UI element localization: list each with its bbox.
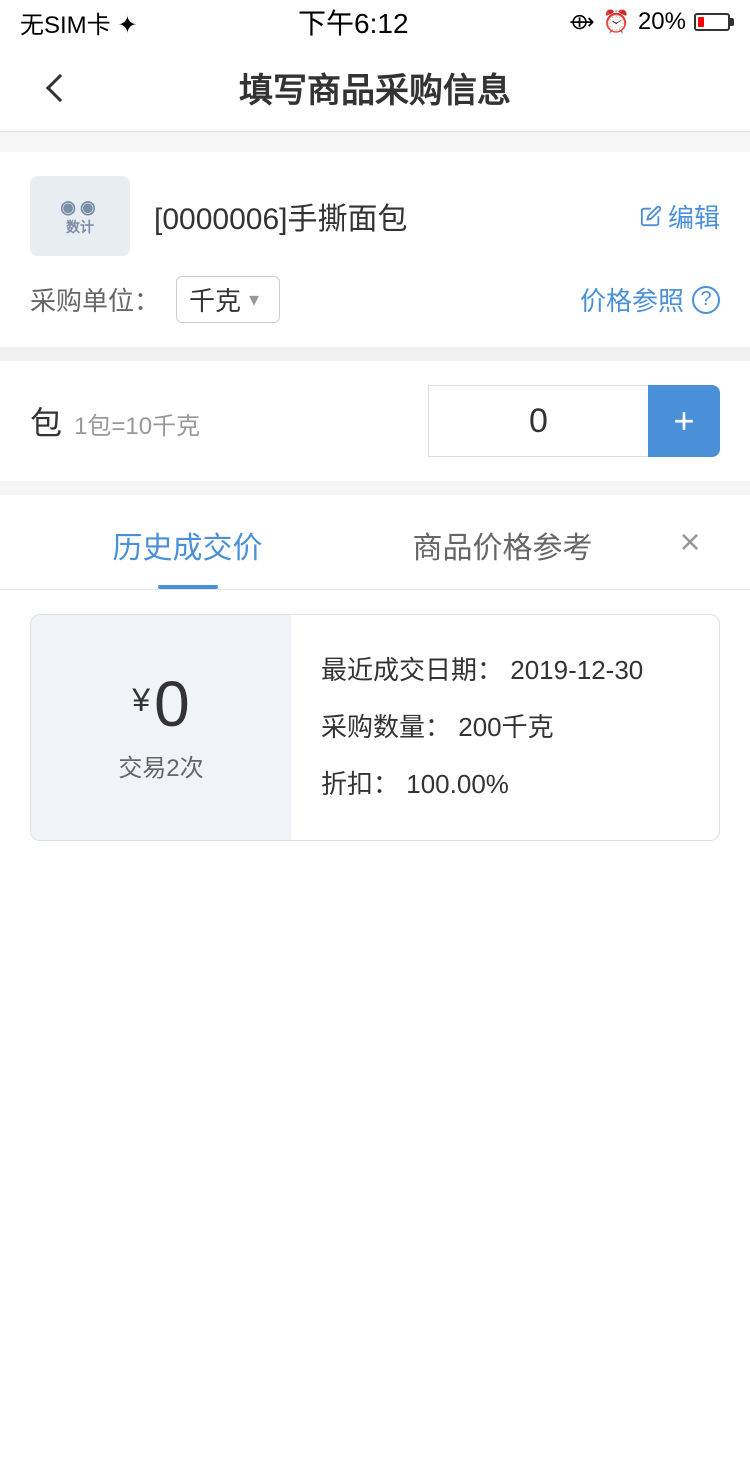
- status-right: ⟴ ⏰ 20%: [569, 8, 730, 36]
- back-button[interactable]: [30, 58, 90, 118]
- price-detail-quantity-value: 200千克: [458, 712, 553, 742]
- edit-button[interactable]: 编辑: [640, 198, 720, 235]
- product-unit-row: 采购单位： 千克 ▾ 价格参照 ?: [30, 276, 720, 323]
- price-card-wrapper: ¥ 0 交易2次 最近成交日期： 2019-12-30 采购数量： 200千克 …: [0, 590, 750, 865]
- unit-select-dropdown[interactable]: 千克 ▾: [176, 276, 280, 323]
- price-amount: ¥ 0: [132, 672, 189, 736]
- tab-product-price-ref-label: 商品价格参考: [413, 532, 593, 565]
- quantity-input[interactable]: 0: [428, 385, 648, 457]
- price-detail-date: 最近成交日期： 2019-12-30: [321, 651, 689, 690]
- quantity-control: 0 +: [428, 385, 720, 457]
- price-reference-button[interactable]: 价格参照 ?: [580, 281, 720, 318]
- unit-sub-label: 1包=10千克: [74, 406, 200, 441]
- unit-value: 千克: [189, 281, 241, 318]
- product-image: ◉◉ 数计: [30, 176, 130, 256]
- product-name: [0000006]手撕面包: [154, 194, 640, 238]
- unit-label-group: 包 1包=10千克: [30, 398, 200, 444]
- status-carrier: 无SIM卡 ✦: [20, 5, 137, 40]
- tab-history-price-label: 历史成交价: [113, 532, 263, 565]
- unit-label: 采购单位：: [30, 281, 160, 318]
- edit-label: 编辑: [668, 198, 720, 235]
- price-detail-date-label: 最近成交日期：: [321, 655, 503, 685]
- main-content-area: [0, 865, 750, 1465]
- price-detail-discount-value: 100.00%: [406, 769, 509, 799]
- section-divider: [0, 347, 750, 361]
- quantity-plus-button[interactable]: +: [648, 385, 720, 457]
- help-icon: ?: [692, 286, 720, 314]
- page-title: 填写商品采购信息: [90, 63, 660, 112]
- tab-history-price[interactable]: 历史成交价: [30, 495, 345, 589]
- tabs-header: 历史成交价 商品价格参考 ×: [0, 495, 750, 590]
- price-currency: ¥: [132, 682, 150, 719]
- price-detail-date-value: 2019-12-30: [510, 655, 643, 685]
- price-left: ¥ 0 交易2次: [31, 615, 291, 840]
- dropdown-arrow-icon: ▾: [249, 287, 259, 312]
- logo-text: 数计: [66, 220, 94, 234]
- price-ref-label: 价格参照: [580, 281, 684, 318]
- price-detail-quantity: 采购数量： 200千克: [321, 708, 689, 747]
- close-icon: ×: [679, 521, 700, 563]
- price-detail-discount: 折扣： 100.00%: [321, 765, 689, 804]
- plus-icon: +: [673, 403, 694, 439]
- price-value: 0: [154, 672, 190, 736]
- tabs-section: 历史成交价 商品价格参考 × ¥ 0 交易2次 最近成交日期： 2019-12-…: [0, 495, 750, 865]
- tab-product-price-ref[interactable]: 商品价格参考: [345, 495, 660, 589]
- price-detail-quantity-label: 采购数量：: [321, 712, 451, 742]
- status-bar: 无SIM卡 ✦ 下午6:12 ⟴ ⏰ 20%: [0, 0, 750, 44]
- carrier-text: 无SIM卡 ✦: [20, 5, 137, 40]
- quantity-value: 0: [529, 402, 548, 441]
- product-card: ◉◉ 数计 [0000006]手撕面包 编辑 采购单位： 千克 ▾ 价格参照 ?: [0, 152, 750, 347]
- price-trade-count: 交易2次: [118, 748, 203, 783]
- page-header: 填写商品采购信息: [0, 44, 750, 132]
- unit-big-label: 包: [30, 398, 62, 444]
- battery-icon: [694, 13, 730, 31]
- price-right: 最近成交日期： 2019-12-30 采购数量： 200千克 折扣： 100.0…: [291, 615, 719, 840]
- battery-percent: 20%: [638, 8, 686, 36]
- tab-close-button[interactable]: ×: [660, 512, 720, 572]
- unit-left: 采购单位： 千克 ▾: [30, 276, 280, 323]
- product-top-row: ◉◉ 数计 [0000006]手撕面包 编辑: [30, 176, 720, 256]
- alarm-icon: ⏰: [603, 9, 630, 35]
- status-time: 下午6:12: [298, 2, 409, 42]
- back-arrow-icon: [46, 73, 74, 101]
- price-detail-discount-label: 折扣：: [321, 769, 399, 799]
- product-logo: ◉◉ 数计: [60, 198, 99, 234]
- quantity-row: 包 1包=10千克 0 +: [0, 361, 750, 481]
- price-card: ¥ 0 交易2次 最近成交日期： 2019-12-30 采购数量： 200千克 …: [30, 614, 720, 841]
- edit-icon: [640, 205, 662, 227]
- location-icon: ⟴: [569, 9, 594, 35]
